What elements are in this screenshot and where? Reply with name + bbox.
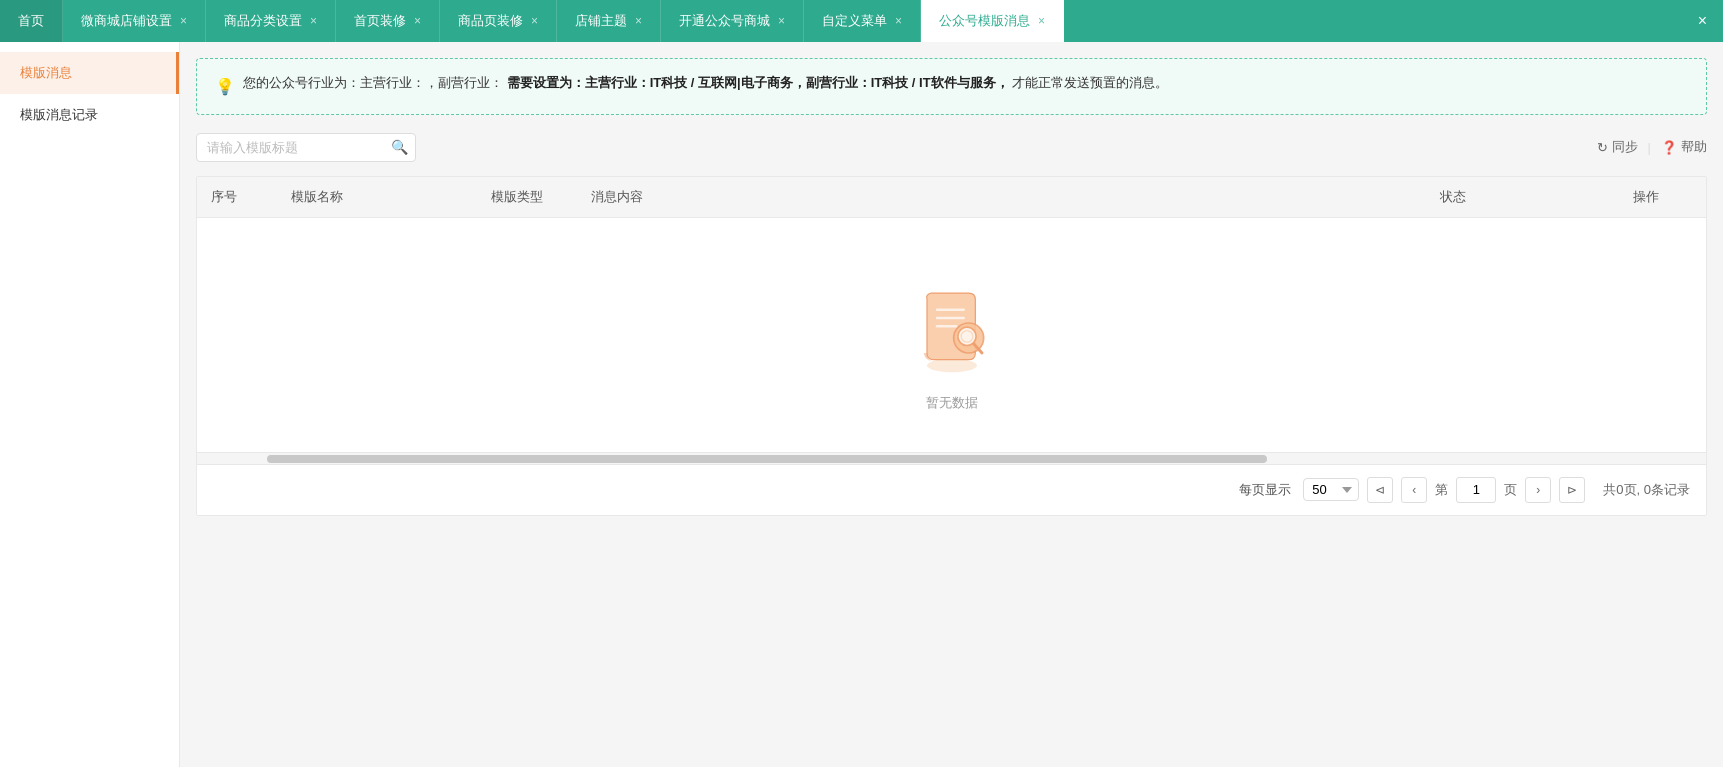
search-icon[interactable]: 🔍	[391, 139, 408, 155]
tab-open-wechat-mall[interactable]: 开通公众号商城 ×	[661, 0, 804, 42]
notice-text: 您的公众号行业为：主营行业：，副营行业： 需要设置为：主营行业：IT科技 / 互…	[243, 73, 1168, 94]
tab-template-message[interactable]: 公众号模版消息 ×	[921, 0, 1064, 42]
search-right: ↻ 同步 | ❓ 帮助	[1597, 138, 1707, 156]
close-all-tabs-button[interactable]: ×	[1682, 0, 1723, 42]
empty-icon	[902, 278, 1002, 378]
total-records-text: 共0页, 0条记录	[1603, 481, 1690, 499]
th-type: 模版类型	[477, 177, 577, 217]
tab-open-wechat-mall-label: 开通公众号商城	[679, 12, 770, 30]
tab-custom-menu[interactable]: 自定义菜单 ×	[804, 0, 921, 42]
tab-category-settings-label: 商品分类设置	[224, 12, 302, 30]
close-tab-custom-menu[interactable]: ×	[895, 14, 902, 28]
scrollbar-thumb[interactable]	[267, 455, 1267, 463]
notice-text-after: 才能正常发送预置的消息。	[1012, 75, 1168, 90]
tab-category-settings[interactable]: 商品分类设置 ×	[206, 0, 336, 42]
svg-point-0	[927, 358, 977, 371]
close-tab-shop-settings[interactable]: ×	[180, 14, 187, 28]
close-tab-template-message[interactable]: ×	[1038, 14, 1045, 28]
page-size-select[interactable]: 10 20 50 100	[1303, 478, 1359, 501]
empty-text: 暂无数据	[926, 394, 978, 412]
th-status: 状态	[1426, 177, 1586, 217]
tab-home[interactable]: 首页	[0, 0, 63, 42]
page-unit: 页	[1504, 481, 1517, 499]
th-seq: 序号	[197, 177, 277, 217]
th-name: 模版名称	[277, 177, 477, 217]
last-page-button[interactable]: ⊳	[1559, 477, 1585, 503]
notice-text-before: 您的公众号行业为：主营行业：，副营行业：	[243, 75, 503, 90]
sync-button[interactable]: ↻ 同步	[1597, 138, 1638, 156]
sidebar-item-template-msg-label: 模版消息	[20, 65, 72, 80]
empty-state: 暂无数据	[197, 218, 1706, 452]
page-label: 第	[1435, 481, 1448, 499]
sync-icon: ↻	[1597, 140, 1608, 155]
sync-label: 同步	[1612, 138, 1638, 156]
tab-store-theme-label: 店铺主题	[575, 12, 627, 30]
close-tab-open-wechat-mall[interactable]: ×	[778, 14, 785, 28]
help-button[interactable]: ❓ 帮助	[1661, 138, 1707, 156]
tab-custom-menu-label: 自定义菜单	[822, 12, 887, 30]
help-icon: ❓	[1661, 140, 1677, 155]
notice-box: 💡 您的公众号行业为：主营行业：，副营行业： 需要设置为：主营行业：IT科技 /…	[196, 58, 1707, 115]
close-tab-home-decoration[interactable]: ×	[414, 14, 421, 28]
prev-page-button[interactable]: ‹	[1401, 477, 1427, 503]
page-size-label: 每页显示	[1239, 481, 1291, 499]
pagination: 每页显示 10 20 50 100 ⊲ ‹ 第 页 › ⊳ 共0页, 0条记录	[197, 464, 1706, 515]
sidebar: 模版消息 模版消息记录	[0, 42, 180, 767]
th-content: 消息内容	[577, 177, 1426, 217]
help-label: 帮助	[1681, 138, 1707, 156]
tab-product-decoration[interactable]: 商品页装修 ×	[440, 0, 557, 42]
search-input[interactable]	[196, 133, 416, 162]
search-input-wrap: 🔍	[196, 133, 416, 162]
close-tab-product-decoration[interactable]: ×	[531, 14, 538, 28]
data-table: 序号 模版名称 模版类型 消息内容 状态 操作	[196, 176, 1707, 516]
tab-store-theme[interactable]: 店铺主题 ×	[557, 0, 661, 42]
close-tab-category-settings[interactable]: ×	[310, 14, 317, 28]
bulb-icon: 💡	[215, 74, 235, 100]
main-content: 💡 您的公众号行业为：主营行业：，副营行业： 需要设置为：主营行业：IT科技 /…	[180, 42, 1723, 767]
page-number-input[interactable]	[1456, 477, 1496, 503]
tab-home-label: 首页	[18, 12, 44, 30]
divider: |	[1648, 140, 1651, 155]
notice-highlight: 需要设置为：主营行业：IT科技 / 互联网|电子商务，副营行业：IT科技 / I…	[507, 75, 1009, 90]
tab-shop-settings-label: 微商城店铺设置	[81, 12, 172, 30]
th-action: 操作	[1586, 177, 1706, 217]
tab-shop-settings[interactable]: 微商城店铺设置 ×	[63, 0, 206, 42]
first-page-button[interactable]: ⊲	[1367, 477, 1393, 503]
sidebar-item-template-msg-log[interactable]: 模版消息记录	[0, 94, 179, 136]
tab-home-decoration-label: 首页装修	[354, 12, 406, 30]
top-nav: 首页 微商城店铺设置 × 商品分类设置 × 首页装修 × 商品页装修 × 店铺主…	[0, 0, 1723, 42]
close-tab-store-theme[interactable]: ×	[635, 14, 642, 28]
main-layout: 模版消息 模版消息记录 💡 您的公众号行业为：主营行业：，副营行业： 需要设置为…	[0, 42, 1723, 767]
search-left: 🔍	[196, 133, 416, 162]
search-bar: 🔍 ↻ 同步 | ❓ 帮助	[196, 133, 1707, 162]
tab-product-decoration-label: 商品页装修	[458, 12, 523, 30]
sidebar-item-template-msg-log-label: 模版消息记录	[20, 107, 98, 122]
horizontal-scrollbar[interactable]	[197, 452, 1706, 464]
next-page-button[interactable]: ›	[1525, 477, 1551, 503]
sidebar-item-template-msg[interactable]: 模版消息	[0, 52, 179, 94]
tab-home-decoration[interactable]: 首页装修 ×	[336, 0, 440, 42]
tab-template-message-label: 公众号模版消息	[939, 12, 1030, 30]
table-header: 序号 模版名称 模版类型 消息内容 状态 操作	[197, 177, 1706, 218]
